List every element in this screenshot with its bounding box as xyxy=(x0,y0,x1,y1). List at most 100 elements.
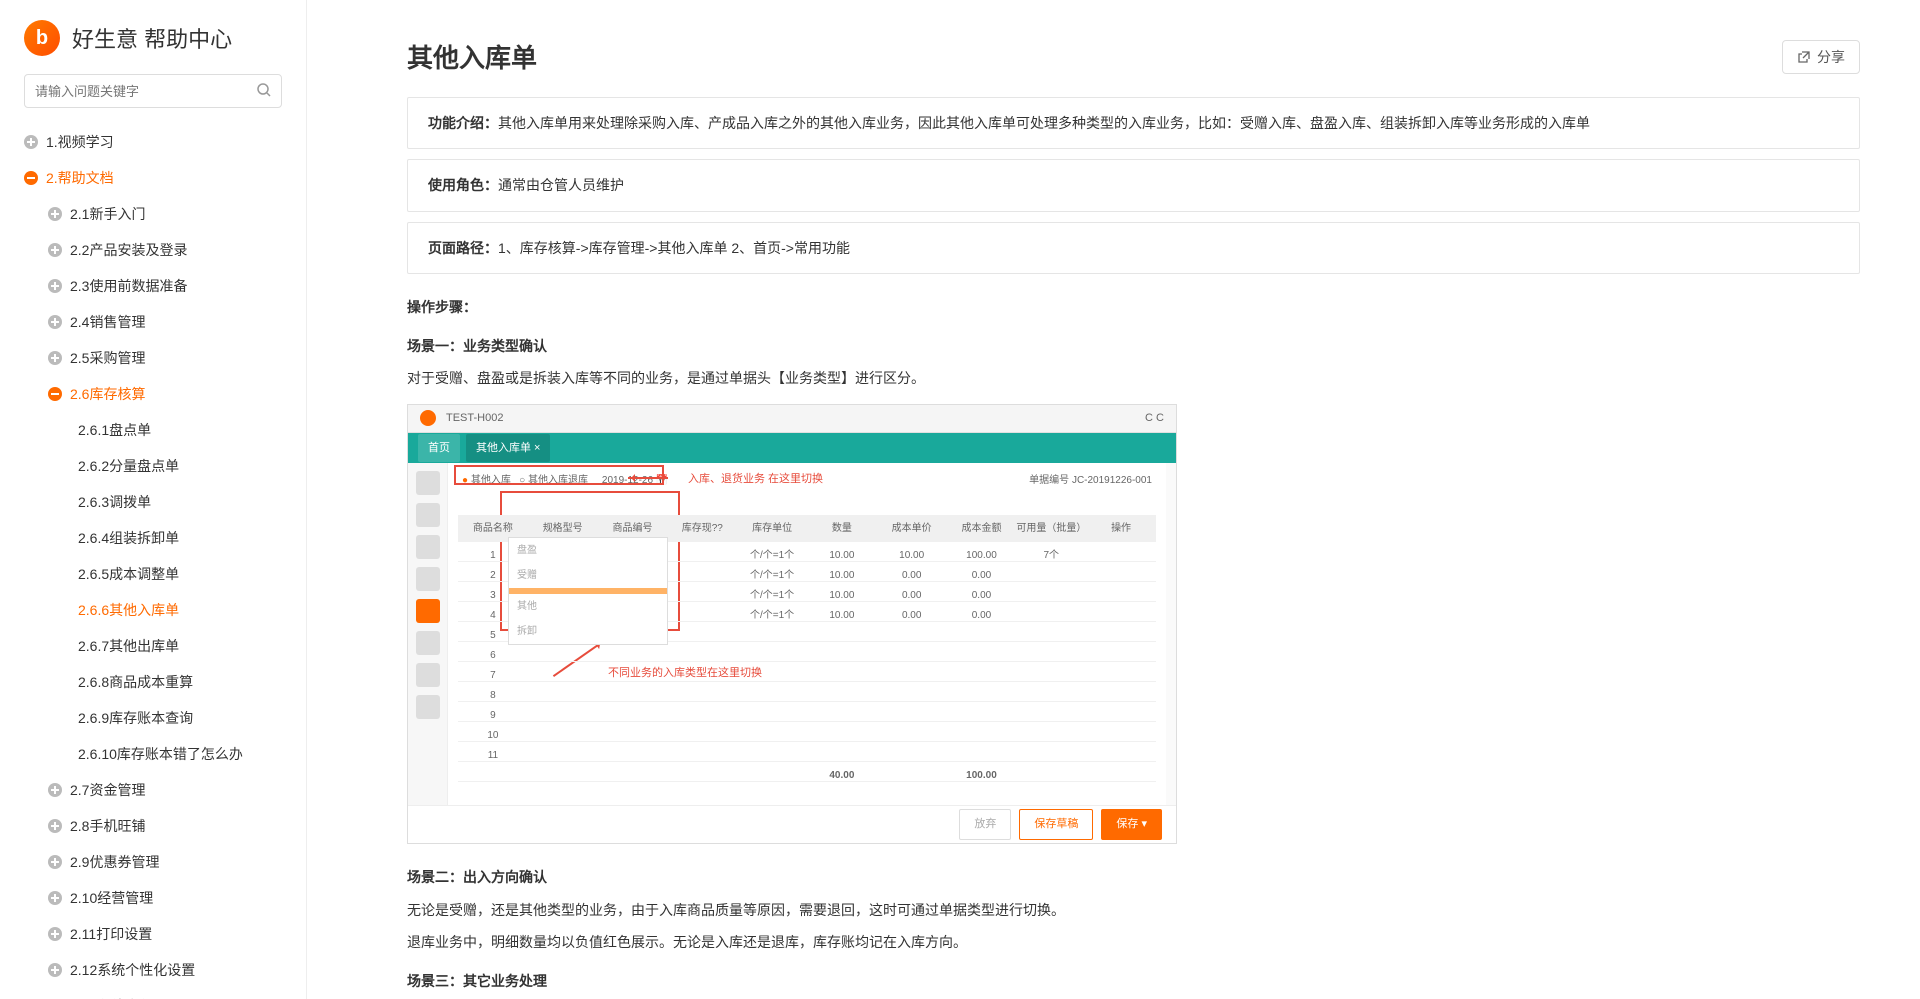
plus-icon xyxy=(48,891,62,905)
search-icon[interactable] xyxy=(256,82,272,101)
content-body: 操作步骤： 场景一：业务类型确认 对于受赠、盘盈或是拆装入库等不同的业务，是通过… xyxy=(407,294,1860,999)
info-path-label: 页面路径： xyxy=(428,240,498,256)
embedded-screenshot: TEST-H002 C C 首页 其他入库单 × ● 其他入库 ○ 其他入库退库 xyxy=(407,404,1177,844)
nav-label: 2.6.1盘点单 xyxy=(78,420,151,440)
ss-user: C C xyxy=(1145,408,1164,429)
nav-2-9[interactable]: 2.9优惠券管理 xyxy=(0,844,306,880)
search-input[interactable] xyxy=(24,74,282,108)
ss-tab-doc: 其他入库单 × xyxy=(466,434,550,463)
plus-icon xyxy=(48,783,62,797)
plus-icon xyxy=(48,207,62,221)
nav-label: 2.6.9库存账本查询 xyxy=(78,708,193,728)
nav-label: 1.视频学习 xyxy=(46,132,114,152)
nav-label: 2.6.3调拨单 xyxy=(78,492,151,512)
plus-icon xyxy=(48,243,62,257)
info-role: 使用角色：通常由仓管人员维护 xyxy=(407,159,1860,211)
nav-2-4[interactable]: 2.4销售管理 xyxy=(0,304,306,340)
ss-save-button: 保存 ▾ xyxy=(1101,809,1162,840)
info-role-label: 使用角色： xyxy=(428,177,498,193)
plus-icon xyxy=(48,927,62,941)
info-role-text: 通常由仓管人员维护 xyxy=(498,177,624,193)
ss-leftbar xyxy=(408,463,448,805)
logo-row: b 好生意 帮助中心 xyxy=(0,20,306,74)
nav-label: 2.4销售管理 xyxy=(70,312,145,332)
ss-account: TEST-H002 xyxy=(446,408,503,429)
plus-icon xyxy=(24,135,38,149)
nav-2-5[interactable]: 2.5采购管理 xyxy=(0,340,306,376)
info-path-text: 1、库存核算->库存管理->其他入库单 2、首页->常用功能 xyxy=(498,240,850,256)
scene2-p1: 无论是受赠，还是其他类型的业务，由于入库商品质量等原因，需要退回，这时可通过单据… xyxy=(407,897,1860,924)
share-button[interactable]: 分享 xyxy=(1782,40,1860,74)
nav-2-3[interactable]: 2.3使用前数据准备 xyxy=(0,268,306,304)
ss-logo-icon xyxy=(420,410,436,426)
nav-2-12[interactable]: 2.12系统个性化设置 xyxy=(0,952,306,988)
nav-2-6-9[interactable]: 2.6.9库存账本查询 xyxy=(0,700,306,736)
ss-dropdown: 盘盈 受赠 其他 拆卸 xyxy=(508,537,668,645)
ss-main: ● 其他入库 ○ 其他入库退库 2019-12-26 📅 单据编号 JC-201… xyxy=(448,463,1166,805)
steps-label: 操作步骤： xyxy=(407,294,1860,321)
nav-2-6-2[interactable]: 2.6.2分量盘点单 xyxy=(0,448,306,484)
nav-label: 2.6.5成本调整单 xyxy=(78,564,179,584)
search-box xyxy=(24,74,282,108)
ss-annotation-1: 入库、退货业务 在这里切换 xyxy=(688,469,823,490)
nav-2-13[interactable]: 2.13在线支付 xyxy=(0,988,306,999)
nav-2-6-10[interactable]: 2.6.10库存账本错了怎么办 xyxy=(0,736,306,772)
nav-2-6-7[interactable]: 2.6.7其他出库单 xyxy=(0,628,306,664)
info-intro-text: 其他入库单用来处理除采购入库、产成品入库之外的其他入库业务，因此其他入库单可处理… xyxy=(498,115,1590,131)
nav-label: 2.6.6其他入库单 xyxy=(78,600,179,620)
info-intro: 功能介绍：其他入库单用来处理除采购入库、产成品入库之外的其他入库业务，因此其他入… xyxy=(407,97,1860,149)
nav-2-11[interactable]: 2.11打印设置 xyxy=(0,916,306,952)
nav-2-1[interactable]: 2.1新手入门 xyxy=(0,196,306,232)
ss-cancel-button: 放弃 xyxy=(959,809,1011,840)
nav-label: 2.3使用前数据准备 xyxy=(70,276,187,296)
nav-2-6-6[interactable]: 2.6.6其他入库单 xyxy=(0,592,306,628)
plus-icon xyxy=(48,279,62,293)
nav-help-docs[interactable]: 2.帮助文档 xyxy=(0,160,306,196)
ss-tabbar: 首页 其他入库单 × xyxy=(408,433,1176,463)
nav-2-6-8[interactable]: 2.6.8商品成本重算 xyxy=(0,664,306,700)
nav-tree: 1.视频学习 2.帮助文档 2.1新手入门 2.2产品安装及登录 2.3使用前数… xyxy=(0,124,306,999)
sidebar: b 好生意 帮助中心 1.视频学习 2.帮助文档 2.1新手入门 2.2产品安装… xyxy=(0,0,307,999)
ss-docno-label: 单据编号 xyxy=(1029,475,1069,486)
ss-bottom-bar: 放弃 保存草稿 保存 ▾ xyxy=(408,805,1176,843)
nav-label: 2.2产品安装及登录 xyxy=(70,240,187,260)
nav-label: 2.6.8商品成本重算 xyxy=(78,672,193,692)
logo-text: 好生意 帮助中心 xyxy=(72,22,232,54)
ss-topbar: TEST-H002 C C xyxy=(408,405,1176,433)
share-icon xyxy=(1797,50,1811,64)
plus-icon xyxy=(48,351,62,365)
nav-2-2[interactable]: 2.2产品安装及登录 xyxy=(0,232,306,268)
scene2-p2: 退库业务中，明细数量均以负值红色展示。无论是入库还是退库，库存账均记在入库方向。 xyxy=(407,929,1860,956)
nav-2-6-4[interactable]: 2.6.4组装拆卸单 xyxy=(0,520,306,556)
main-content: 其他入库单 分享 功能介绍：其他入库单用来处理除采购入库、产成品入库之外的其他入… xyxy=(307,0,1920,999)
nav-label: 2.6.4组装拆卸单 xyxy=(78,528,179,548)
page-title: 其他入库单 xyxy=(407,38,537,75)
scene1-title: 场景一：业务类型确认 xyxy=(407,333,1860,360)
nav-2-8[interactable]: 2.8手机旺铺 xyxy=(0,808,306,844)
nav-video-learning[interactable]: 1.视频学习 xyxy=(0,124,306,160)
logo-icon: b xyxy=(24,20,60,56)
nav-label: 2.6.10库存账本错了怎么办 xyxy=(78,744,243,764)
ss-draft-button: 保存草稿 xyxy=(1019,809,1093,840)
nav-2-6-5[interactable]: 2.6.5成本调整单 xyxy=(0,556,306,592)
ss-arrow-1 xyxy=(628,477,668,479)
nav-label: 2.9优惠券管理 xyxy=(70,852,159,872)
minus-icon xyxy=(24,171,38,185)
minus-icon xyxy=(48,387,62,401)
nav-2-6-1[interactable]: 2.6.1盘点单 xyxy=(0,412,306,448)
nav-label: 2.10经营管理 xyxy=(70,888,153,908)
nav-2-6[interactable]: 2.6库存核算 xyxy=(0,376,306,412)
nav-label: 2.8手机旺铺 xyxy=(70,816,145,836)
info-intro-label: 功能介绍： xyxy=(428,115,498,131)
nav-label: 2.6.2分量盘点单 xyxy=(78,456,179,476)
nav-2-7[interactable]: 2.7资金管理 xyxy=(0,772,306,808)
scene1-text: 对于受赠、盘盈或是拆装入库等不同的业务，是通过单据头【业务类型】进行区分。 xyxy=(407,365,1860,392)
scene2-title: 场景二：出入方向确认 xyxy=(407,864,1860,891)
plus-icon xyxy=(48,819,62,833)
ss-tab-home: 首页 xyxy=(418,434,460,463)
nav-label: 2.1新手入门 xyxy=(70,204,145,224)
nav-label: 2.7资金管理 xyxy=(70,780,145,800)
nav-2-6-3[interactable]: 2.6.3调拨单 xyxy=(0,484,306,520)
nav-label: 2.5采购管理 xyxy=(70,348,145,368)
nav-2-10[interactable]: 2.10经营管理 xyxy=(0,880,306,916)
